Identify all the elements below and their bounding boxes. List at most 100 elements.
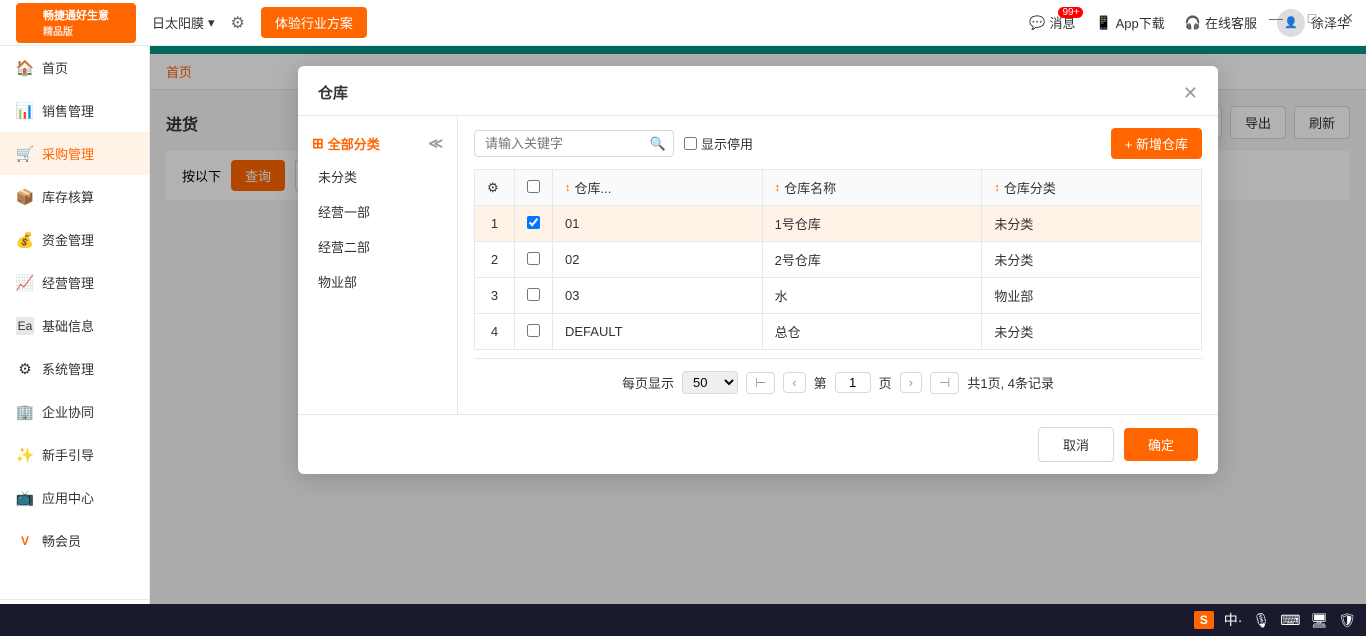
modal-category-property[interactable]: 物业部 (298, 264, 457, 299)
app-download-button[interactable]: 📱 App下载 (1095, 13, 1164, 32)
bottom-bar: S 中· 🎙 ⌨ 🖥 🛡 (0, 604, 1366, 636)
sort-icon-name: ↕ (775, 182, 781, 194)
modal-category-unclassified[interactable]: 未分类 (298, 159, 457, 194)
phone-icon: 📱 (1095, 15, 1111, 31)
row-name: 总仓 (762, 314, 982, 350)
sidebar-item-sales[interactable]: 📊 销售管理 (0, 89, 149, 132)
sidebar-item-app-center[interactable]: 📺 应用中心 (0, 476, 149, 519)
modal-toolbar: 🔍 显示停用 + 新增仓库 (474, 128, 1202, 159)
modal-title: 仓库 (318, 82, 348, 103)
message-icon: 💬 (1029, 15, 1045, 31)
sales-icon: 📊 (16, 102, 34, 120)
th-name: ↕ 仓库名称 (762, 170, 982, 206)
sidebar-item-enterprise[interactable]: 🏢 企业协同 (0, 390, 149, 433)
sidebar-item-membership[interactable]: V 畅会员 (0, 519, 149, 562)
page-unit: 页 (879, 373, 892, 392)
modal-category-ops2[interactable]: 经营二部 (298, 229, 457, 264)
sidebar-item-purchase[interactable]: 🛒 采购管理 (0, 132, 149, 175)
sidebar-label-membership: 畅会员 (42, 531, 81, 550)
messages-button[interactable]: 💬 消息 99+ (1029, 13, 1075, 32)
sort-icon-category: ↕ (994, 182, 1000, 194)
first-page-button[interactable]: ⊢ (746, 372, 775, 394)
sidebar-item-basic-info[interactable]: Ea 基础信息 (0, 304, 149, 347)
warehouse-table: ⚙ ↕ 仓库... (474, 169, 1202, 350)
sidebar-label-guide: 新手引导 (42, 445, 94, 464)
row-name: 水 (762, 278, 982, 314)
sidebar-item-guide[interactable]: ✨ 新手引导 (0, 433, 149, 476)
sidebar-label-finance: 资金管理 (42, 230, 94, 249)
microphone-icon[interactable]: 🎙 (1252, 612, 1270, 629)
search-wrap: 🔍 (474, 130, 674, 157)
minimize-button[interactable]: — (1258, 0, 1294, 36)
th-settings: ⚙ (475, 170, 515, 206)
table-row[interactable]: 2 02 2号仓库 未分类 (475, 242, 1202, 278)
row-name: 1号仓库 (762, 206, 982, 242)
confirm-button[interactable]: 确定 (1124, 428, 1198, 461)
sidebar-item-operations[interactable]: 📈 经营管理 (0, 261, 149, 304)
cancel-button[interactable]: 取消 (1038, 427, 1114, 462)
th-checkbox (515, 170, 553, 206)
modal-main: 🔍 显示停用 + 新增仓库 (458, 116, 1218, 414)
row-checkbox-cell[interactable] (515, 314, 553, 350)
modal-category-ops1[interactable]: 经营一部 (298, 194, 457, 229)
sidebar-label-inventory: 库存核算 (42, 187, 94, 206)
enterprise-icon: 🏢 (16, 403, 34, 421)
modal-close-button[interactable]: ✕ (1183, 84, 1198, 102)
sidebar-label-operations: 经营管理 (42, 273, 94, 292)
app-logo: 畅捷通好生意 精品版 (16, 3, 136, 43)
sidebar-label-system: 系统管理 (42, 359, 94, 378)
modal-footer: 取消 确定 (298, 414, 1218, 474)
sidebar-item-system[interactable]: ⚙ 系统管理 (0, 347, 149, 390)
row-checkbox[interactable] (527, 216, 540, 229)
window-close-button[interactable]: ✕ (1330, 0, 1366, 36)
row-checkbox[interactable] (527, 252, 540, 265)
table-row[interactable]: 1 01 1号仓库 未分类 (475, 206, 1202, 242)
add-warehouse-button[interactable]: + 新增仓库 (1111, 128, 1202, 159)
next-page-button[interactable]: › (900, 372, 922, 393)
table-row[interactable]: 4 DEFAULT 总仓 未分类 (475, 314, 1202, 350)
maximize-button[interactable]: □ (1294, 0, 1330, 36)
sidebar: 🏠 首页 📊 销售管理 🛒 采购管理 📦 库存核算 💰 资金管理 📈 经营管理 … (0, 46, 150, 636)
prev-page-button[interactable]: ‹ (783, 372, 805, 393)
last-page-button[interactable]: ⊣ (930, 372, 959, 394)
show-disabled-label[interactable]: 显示停用 (684, 134, 753, 153)
sidebar-item-inventory[interactable]: 📦 库存核算 (0, 175, 149, 218)
settings-icon[interactable]: ⚙ (231, 13, 245, 33)
shield-icon[interactable]: 🛡 (1338, 612, 1356, 629)
store-selector[interactable]: 日太阳膜 ▾ (152, 13, 219, 32)
row-checkbox[interactable] (527, 288, 540, 301)
trial-button[interactable]: 体验行业方案 (261, 7, 367, 38)
show-disabled-text: 显示停用 (701, 134, 753, 153)
search-icon[interactable]: 🔍 (650, 136, 666, 152)
page-label: 第 (814, 373, 827, 392)
row-checkbox-cell[interactable] (515, 206, 553, 242)
sort-icon-code: ↕ (565, 182, 571, 194)
display-icon[interactable]: 🖥 (1310, 612, 1328, 629)
row-category: 未分类 (982, 314, 1202, 350)
warehouse-modal: 仓库 ✕ ⊞ 全部分类 ≪ (298, 66, 1218, 474)
warehouse-search-input[interactable] (474, 130, 674, 157)
keyboard-icon[interactable]: ⌨ (1280, 612, 1300, 629)
membership-icon: V (16, 532, 34, 550)
page-size-select[interactable]: 50 100 200 (682, 371, 738, 394)
select-all-checkbox[interactable] (527, 180, 540, 193)
top-navigation: 畅捷通好生意 精品版 日太阳膜 ▾ ⚙ 体验行业方案 💬 消息 99+ 📱 Ap… (0, 0, 1366, 46)
table-row[interactable]: 3 03 水 物业部 (475, 278, 1202, 314)
row-checkbox-cell[interactable] (515, 242, 553, 278)
sidebar-item-finance[interactable]: 💰 资金管理 (0, 218, 149, 261)
row-name: 2号仓库 (762, 242, 982, 278)
customer-service-button[interactable]: 🎧 在线客服 (1185, 13, 1257, 32)
sidebar-item-home[interactable]: 🏠 首页 (0, 46, 149, 89)
row-code: 01 (553, 206, 763, 242)
current-page-input[interactable] (835, 372, 871, 393)
sidebar-label-enterprise: 企业协同 (42, 402, 94, 421)
collapse-sidebar-button[interactable]: ≪ (428, 135, 443, 152)
system-icon: ⚙ (16, 360, 34, 378)
modal-body: ⊞ 全部分类 ≪ 未分类 经营一部 经营二部 (298, 116, 1218, 414)
finance-icon: 💰 (16, 231, 34, 249)
show-disabled-checkbox[interactable] (684, 137, 697, 150)
row-checkbox-cell[interactable] (515, 278, 553, 314)
row-checkbox[interactable] (527, 324, 540, 337)
app-center-icon: 📺 (16, 489, 34, 507)
headphone-icon: 🎧 (1185, 15, 1201, 31)
